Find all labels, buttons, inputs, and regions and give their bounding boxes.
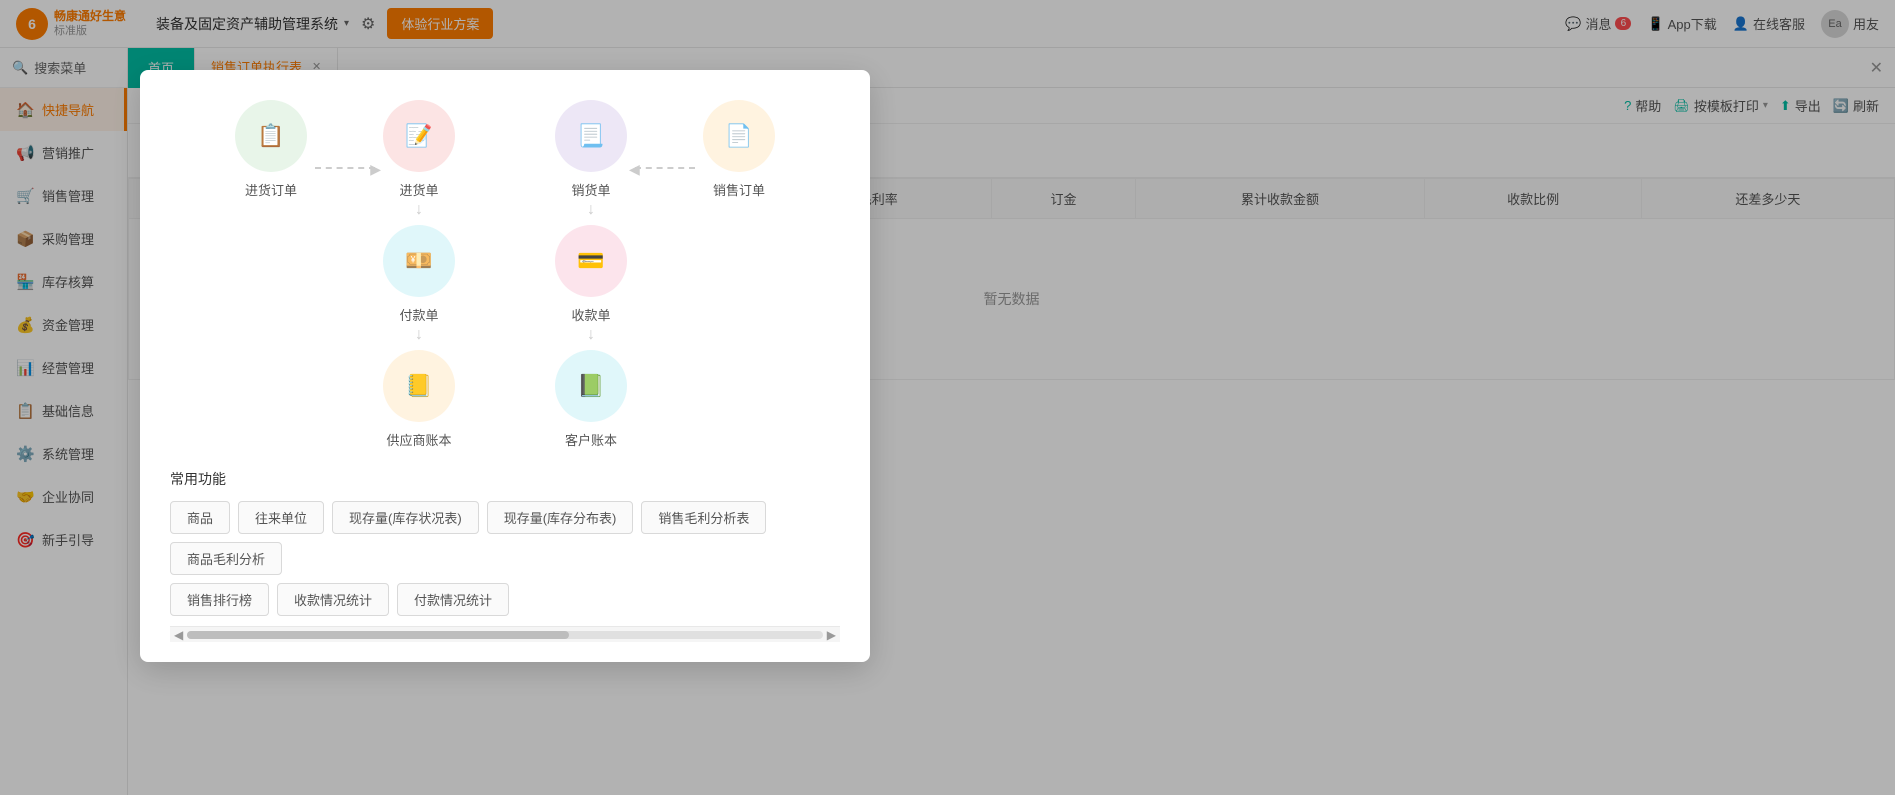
- arrow-down-customer: ↓: [587, 326, 595, 344]
- customer-circle[interactable]: 📗: [555, 350, 627, 422]
- common-btn-receipt-stats[interactable]: 收款情况统计: [277, 583, 389, 616]
- supplier-label: 供应商账本: [386, 430, 451, 449]
- receipt-circle[interactable]: 💳: [555, 225, 627, 297]
- arrow-order-to-sales: ◀: [627, 167, 703, 169]
- common-btn-product-profit[interactable]: 商品毛利分析: [170, 542, 282, 575]
- flow-sales-bill-col: 📃 销货单: [555, 100, 627, 199]
- flow-top-row: 📋 进货订单 ▶ 📝 进货单: [170, 100, 840, 199]
- common-buttons-row1: 商品 往来单位 现存量(库存状况表) 现存量(库存分布表) 销售毛利分析表 商品…: [170, 501, 840, 575]
- arrow-purchase-to-bill: ▶: [307, 167, 383, 169]
- common-btn-sales-profit[interactable]: 销售毛利分析表: [641, 501, 766, 534]
- common-btn-supplier-customer[interactable]: 往来单位: [238, 501, 324, 534]
- arrow-down-payment: ↓: [415, 201, 423, 219]
- common-functions-section: 常用功能 商品 往来单位 现存量(库存状况表) 现存量(库存分布表) 销售毛利分…: [170, 469, 840, 626]
- arrow-down-receipt: ↓: [587, 201, 595, 219]
- sales-bill-label: 销货单: [571, 180, 610, 199]
- modal-overlay[interactable]: 📋 进货订单 ▶ 📝 进货单: [0, 0, 1895, 795]
- flow-second-row: ↓ 💴 付款单 ↓ 📒 供应商账本 ↓ 💳: [170, 199, 840, 449]
- common-btn-payment-stats[interactable]: 付款情况统计: [397, 583, 509, 616]
- arrow-down-supplier: ↓: [415, 326, 423, 344]
- purchase-order-label: 进货订单: [245, 180, 297, 199]
- sales-order-circle[interactable]: 📄: [703, 100, 775, 172]
- supplier-circle[interactable]: 📒: [383, 350, 455, 422]
- receipt-label: 收款单: [571, 305, 610, 324]
- flow-diagram: 📋 进货订单 ▶ 📝 进货单: [170, 100, 840, 449]
- common-btn-stock-dist[interactable]: 现存量(库存分布表): [487, 501, 634, 534]
- scroll-thumb[interactable]: [187, 631, 568, 639]
- flow-purchase-bill-col: 📝 进货单: [383, 100, 455, 199]
- purchase-bill-label: 进货单: [399, 180, 438, 199]
- scroll-left-arrow[interactable]: ◀: [174, 628, 183, 642]
- payment-label: 付款单: [399, 305, 438, 324]
- sales-bill-circle[interactable]: 📃: [555, 100, 627, 172]
- scroll-track[interactable]: [187, 631, 823, 639]
- quick-nav-modal: 📋 进货订单 ▶ 📝 进货单: [140, 70, 870, 662]
- sales-order-label: 销售订单: [713, 180, 765, 199]
- scroll-right-arrow[interactable]: ▶: [827, 628, 836, 642]
- purchase-order-circle[interactable]: 📋: [235, 100, 307, 172]
- customer-label: 客户账本: [565, 430, 617, 449]
- common-functions-title: 常用功能: [170, 469, 840, 489]
- common-btn-product[interactable]: 商品: [170, 501, 230, 534]
- scroll-bar-area: ◀ ▶: [170, 626, 840, 642]
- common-buttons-row2: 销售排行榜 收款情况统计 付款情况统计: [170, 583, 840, 616]
- flow-sales-order-col: 📄 销售订单: [703, 100, 775, 199]
- common-btn-stock-status[interactable]: 现存量(库存状况表): [332, 501, 479, 534]
- flow-payment-col: ↓ 💴 付款单 ↓ 📒 供应商账本: [383, 199, 455, 449]
- flow-purchase-order-col: 📋 进货订单: [235, 100, 307, 199]
- flow-receipt-col: ↓ 💳 收款单 ↓ 📗 客户账本: [555, 199, 627, 449]
- purchase-bill-circle[interactable]: 📝: [383, 100, 455, 172]
- payment-circle[interactable]: 💴: [383, 225, 455, 297]
- common-btn-sales-rank[interactable]: 销售排行榜: [170, 583, 269, 616]
